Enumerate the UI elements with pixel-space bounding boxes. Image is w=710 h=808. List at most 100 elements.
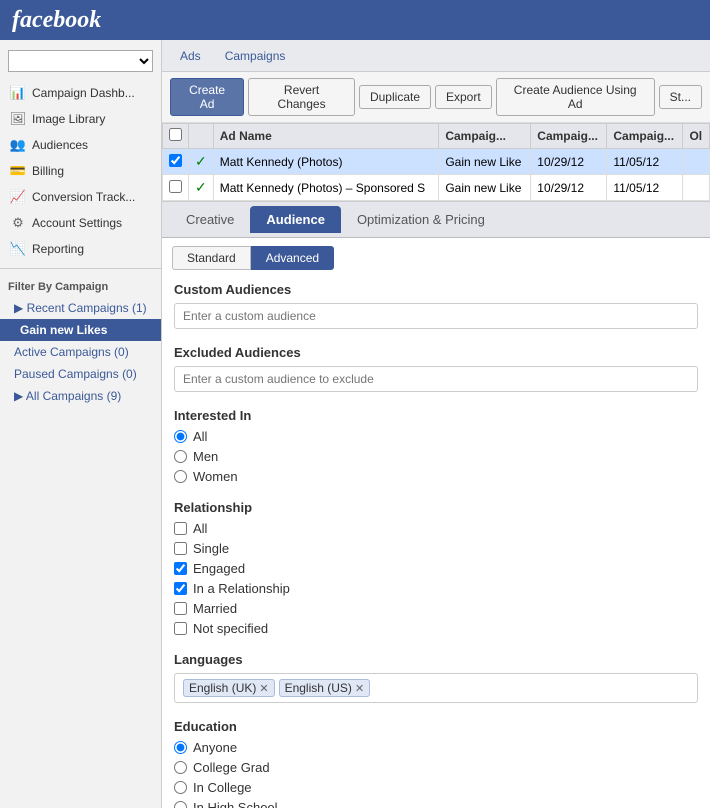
- radio-edu-college-grad[interactable]: [174, 761, 187, 774]
- select-all-checkbox[interactable]: [169, 128, 182, 141]
- checkbox-rel-engaged[interactable]: [174, 562, 187, 575]
- row-col2: Gain new Like: [439, 149, 531, 175]
- facebook-logo: facebook: [12, 7, 101, 34]
- sidebar-search[interactable]: [8, 50, 153, 72]
- table-row[interactable]: ✓ Matt Kennedy (Photos) – Sponsored S Ga…: [163, 175, 710, 201]
- custom-audiences-section: Custom Audiences: [174, 282, 698, 329]
- radio-edu-label-in-high-school: In High School: [193, 800, 278, 808]
- col-camp1-header: Campaig...: [439, 124, 531, 149]
- revert-changes-button[interactable]: Revert Changes: [248, 78, 355, 116]
- row-checkbox[interactable]: [163, 149, 189, 175]
- status-icon: ✓: [195, 153, 207, 169]
- lang-remove-en-us[interactable]: ✕: [355, 682, 364, 695]
- create-audience-button[interactable]: Create Audience Using Ad: [496, 78, 655, 116]
- campaign-select[interactable]: [8, 50, 153, 72]
- subtab-standard[interactable]: Standard: [172, 246, 251, 270]
- filter-item-paused[interactable]: Paused Campaigns (0): [0, 363, 161, 385]
- tab-audience[interactable]: Audience: [250, 206, 341, 233]
- relationship-label: Relationship: [174, 500, 698, 515]
- status-button[interactable]: St...: [659, 85, 702, 109]
- col-checkbox-header: [163, 124, 189, 149]
- checkbox-rel-not-specified[interactable]: [174, 622, 187, 635]
- sidebar-icon-image-library: 🖼: [10, 111, 26, 127]
- export-button[interactable]: Export: [435, 85, 492, 109]
- sidebar-icon-billing: 💳: [10, 163, 26, 179]
- filter-section-title: Filter By Campaign: [0, 275, 161, 297]
- languages-section: Languages English (UK)✕English (US)✕: [174, 652, 698, 703]
- sidebar: 📊Campaign Dashb... 🖼 Image Library 👥Audienc…: [0, 40, 162, 808]
- sidebar-item-audiences[interactable]: 👥Audiences: [0, 132, 161, 158]
- filter-item-active[interactable]: Active Campaigns (0): [0, 341, 161, 363]
- sidebar-item-reporting[interactable]: 📉Reporting: [0, 236, 161, 262]
- checkbox-label-rel-all: All: [193, 521, 207, 536]
- radio-edu-label-college-grad: College Grad: [193, 760, 270, 775]
- ads-tbody: ✓ Matt Kennedy (Photos) Gain new Like 10…: [163, 149, 710, 201]
- checkbox-rel-in-relationship[interactable]: [174, 582, 187, 595]
- create-ad-button[interactable]: Create Ad: [170, 78, 244, 116]
- filter-item-gain-new-likes[interactable]: Gain new Likes: [0, 319, 161, 341]
- row-col2: Gain new Like: [439, 175, 531, 201]
- interested-in-options: AllMenWomen: [174, 429, 698, 484]
- languages-field[interactable]: English (UK)✕English (US)✕: [174, 673, 698, 703]
- radio-interested-men[interactable]: [174, 450, 187, 463]
- table-row[interactable]: ✓ Matt Kennedy (Photos) Gain new Like 10…: [163, 149, 710, 175]
- sidebar-item-account-settings[interactable]: ⚙Account Settings: [0, 210, 161, 236]
- row-status: ✓: [189, 175, 214, 201]
- row-adname: Matt Kennedy (Photos): [213, 149, 439, 175]
- row-col3: 10/29/12: [531, 175, 607, 201]
- row-select-checkbox[interactable]: [169, 154, 182, 167]
- row-col5: [683, 175, 710, 201]
- tab-optimization[interactable]: Optimization & Pricing: [341, 206, 501, 233]
- tab-ads[interactable]: Ads: [170, 45, 211, 67]
- lang-tag-en-uk: English (UK)✕: [183, 679, 275, 697]
- subtabs: Standard Advanced: [162, 238, 710, 270]
- col-adname-header: Ad Name: [213, 124, 439, 149]
- checkbox-rel-single[interactable]: [174, 542, 187, 555]
- tab-campaigns[interactable]: Campaigns: [215, 45, 296, 67]
- radio-item-edu-in-high-school: In High School: [174, 800, 698, 808]
- relationship-section: Relationship All Single Engaged In a Relati…: [174, 500, 698, 636]
- header: facebook: [0, 0, 710, 40]
- checkbox-rel-married[interactable]: [174, 602, 187, 615]
- radio-edu-in-college[interactable]: [174, 781, 187, 794]
- filter-item-all[interactable]: ▶ All Campaigns (9): [0, 385, 161, 407]
- radio-interested-all[interactable]: [174, 430, 187, 443]
- row-select-checkbox[interactable]: [169, 180, 182, 193]
- row-status: ✓: [189, 149, 214, 175]
- checkbox-rel-rel-all[interactable]: [174, 522, 187, 535]
- excluded-audiences-input[interactable]: [174, 366, 698, 392]
- main-content: Ads Campaigns Create Ad Revert Changes D…: [162, 40, 710, 808]
- sidebar-item-campaigns[interactable]: 📊Campaign Dashb...: [0, 80, 161, 106]
- sidebar-label-image-library: Image Library: [32, 112, 105, 126]
- filter-item-recent[interactable]: ▶ Recent Campaigns (1): [0, 297, 161, 319]
- sidebar-item-billing[interactable]: 💳 Billing: [0, 158, 161, 184]
- sidebar-icon-account-settings: ⚙: [10, 215, 26, 231]
- sidebar-label-billing: Billing: [32, 164, 64, 178]
- interested-in-label: Interested In: [174, 408, 698, 423]
- radio-edu-anyone[interactable]: [174, 741, 187, 754]
- sidebar-item-conversion-track[interactable]: 📈Conversion Track...: [0, 184, 161, 210]
- checkbox-item-rel-single: Single: [174, 541, 698, 556]
- lang-remove-en-uk[interactable]: ✕: [259, 682, 268, 695]
- tab-creative[interactable]: Creative: [170, 206, 250, 233]
- custom-audiences-label: Custom Audiences: [174, 282, 698, 297]
- ads-table: Ad Name Campaig... Campaig... Campaig...…: [162, 123, 710, 201]
- checkbox-label-in-relationship: In a Relationship: [193, 581, 290, 596]
- radio-item-edu-college-grad: College Grad: [174, 760, 698, 775]
- radio-item-interested-women: Women: [174, 469, 698, 484]
- checkbox-item-rel-in-relationship: In a Relationship: [174, 581, 698, 596]
- checkbox-label-married: Married: [193, 601, 237, 616]
- col-ol-header: Ol: [683, 124, 710, 149]
- custom-audiences-input[interactable]: [174, 303, 698, 329]
- row-checkbox[interactable]: [163, 175, 189, 201]
- row-col5: [683, 149, 710, 175]
- radio-interested-women[interactable]: [174, 470, 187, 483]
- campaign-filters: ▶ Recent Campaigns (1)Gain new LikesActi…: [0, 297, 161, 407]
- subtab-advanced[interactable]: Advanced: [251, 246, 334, 270]
- duplicate-button[interactable]: Duplicate: [359, 85, 431, 109]
- col-status-header: [189, 124, 214, 149]
- sidebar-item-image-library[interactable]: 🖼 Image Library: [0, 106, 161, 132]
- sidebar-label-reporting: Reporting: [32, 242, 84, 256]
- checkbox-item-rel-engaged: Engaged: [174, 561, 698, 576]
- radio-edu-in-high-school[interactable]: [174, 801, 187, 808]
